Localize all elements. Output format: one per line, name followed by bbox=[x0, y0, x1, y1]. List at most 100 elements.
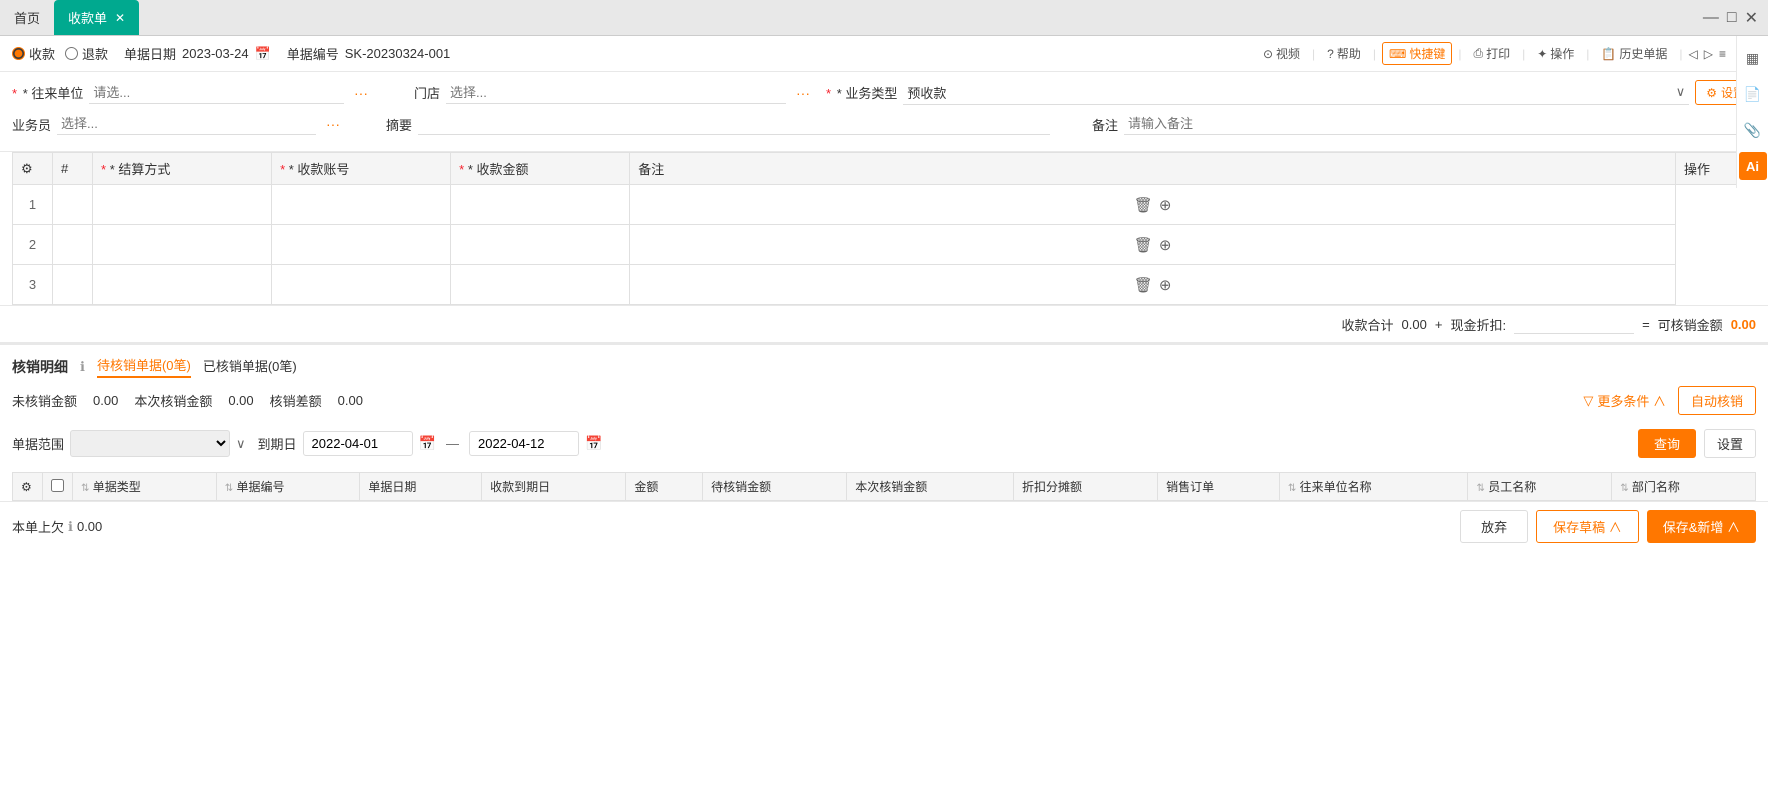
store-input[interactable] bbox=[446, 82, 786, 104]
tab-close-icon[interactable]: ✕ bbox=[115, 11, 125, 25]
row3-delete-icon[interactable]: 🗑 bbox=[1134, 276, 1153, 294]
save-draft-btn[interactable]: 保存草稿 ∧ bbox=[1536, 510, 1639, 543]
radio-refund-label: 退款 bbox=[82, 44, 108, 63]
table-row: 2 🗑 ⊕ bbox=[13, 225, 1756, 265]
row1-delete-icon[interactable]: 🗑 bbox=[1134, 196, 1153, 214]
table-row: 1 🗑 ⊕ bbox=[13, 185, 1756, 225]
window-controls: — □ ✕ bbox=[1703, 8, 1768, 28]
print-btn[interactable]: ⎙ 打印 bbox=[1467, 43, 1516, 64]
business-type-select-wrap[interactable]: 预收款 ∨ bbox=[903, 81, 1689, 105]
col-remarks: 备注 bbox=[630, 153, 1676, 185]
prev-value: 0.00 bbox=[77, 519, 102, 534]
remarks-input[interactable] bbox=[1124, 113, 1756, 135]
row2-settlement[interactable] bbox=[53, 225, 93, 265]
table-gear-icon[interactable]: ⚙ bbox=[21, 161, 33, 176]
sidebar-attach-icon[interactable]: 📎 bbox=[1739, 116, 1767, 144]
total-value: 0.00 bbox=[1402, 317, 1427, 332]
store-label: 门店 bbox=[414, 83, 440, 102]
operate-btn[interactable]: ✦ 操作 bbox=[1531, 43, 1580, 64]
salesperson-more-icon[interactable]: ··· bbox=[322, 116, 344, 132]
nav-prev-icon[interactable]: ◁ bbox=[1689, 47, 1698, 61]
radio-receipt-input[interactable] bbox=[12, 47, 25, 60]
video-btn[interactable]: ⊙ 视频 bbox=[1257, 43, 1306, 64]
row1-copy-icon[interactable]: ⊕ bbox=[1159, 196, 1172, 214]
bottom-table-wrap: ⚙ ⇅ 单据类型 ⇅ 单据编号 bbox=[12, 472, 1756, 501]
docnum-value: SK-20230324-001 bbox=[345, 46, 451, 61]
discount-label: 现金折扣: bbox=[1450, 315, 1506, 334]
main-content: 收款 退款 单据日期 2023-03-24 📅 单据编号 SK-20230324… bbox=[0, 36, 1768, 796]
close-icon[interactable]: ✕ bbox=[1745, 8, 1758, 28]
radio-receipt[interactable]: 收款 bbox=[12, 44, 55, 63]
filter-settings-btn[interactable]: 设置 bbox=[1704, 429, 1756, 458]
radio-refund[interactable]: 退款 bbox=[65, 44, 108, 63]
stat-uncleared-value: 0.00 bbox=[93, 393, 118, 408]
list-icon[interactable]: ≡ bbox=[1719, 47, 1726, 61]
hx-tab-pending[interactable]: 待核销单据(0笔) bbox=[97, 355, 191, 378]
row1-settlement[interactable] bbox=[53, 185, 93, 225]
row1-remarks[interactable] bbox=[451, 185, 630, 225]
shortcut-btn[interactable]: ⌨ 快捷键 bbox=[1382, 42, 1452, 65]
date-from-input[interactable] bbox=[303, 431, 413, 456]
btcol-gear: ⚙ bbox=[13, 473, 43, 501]
summary-input[interactable] bbox=[418, 113, 1050, 135]
calendar-from-icon[interactable]: 📅 bbox=[419, 435, 436, 452]
row3-amount[interactable] bbox=[272, 265, 451, 305]
store-more-icon[interactable]: ··· bbox=[792, 85, 814, 101]
radio-group: 收款 退款 bbox=[12, 44, 108, 63]
row2-ops: 🗑 ⊕ bbox=[630, 225, 1676, 265]
nav-next-icon[interactable]: ▷ bbox=[1704, 47, 1713, 61]
row2-amount[interactable] bbox=[272, 225, 451, 265]
btcol-employee: ⇅ 员工名称 bbox=[1468, 473, 1612, 501]
select-all-checkbox[interactable] bbox=[51, 479, 64, 492]
counterparty-input[interactable] bbox=[89, 82, 344, 104]
toolbar-right: ⊙ 视频 | ? 帮助 | ⌨ 快捷键 | ⎙ 打印 | ✦ 操作 | 📋 历史… bbox=[1257, 42, 1756, 65]
row2-account[interactable] bbox=[93, 225, 272, 265]
row1-account[interactable] bbox=[93, 185, 272, 225]
query-btn[interactable]: 查询 bbox=[1638, 429, 1696, 458]
stat-diff-value: 0.00 bbox=[338, 393, 363, 408]
row3-account[interactable] bbox=[93, 265, 272, 305]
row3-remarks[interactable] bbox=[451, 265, 630, 305]
row3-num: 3 bbox=[13, 265, 53, 305]
row1-num: 1 bbox=[13, 185, 53, 225]
date-to-input[interactable] bbox=[469, 431, 579, 456]
radio-refund-input[interactable] bbox=[65, 47, 78, 60]
salesperson-input[interactable] bbox=[57, 113, 316, 135]
sidebar-table-icon[interactable]: ▦ bbox=[1739, 44, 1767, 72]
save-new-btn[interactable]: 保存&新增 ∧ bbox=[1647, 510, 1756, 543]
salesperson-label: 业务员 bbox=[12, 115, 51, 134]
auto-cancel-btn[interactable]: 自动核销 bbox=[1678, 386, 1756, 415]
summary-row: 收款合计 0.00 + 现金折扣: = 可核销金额 0.00 bbox=[0, 305, 1768, 342]
history-btn[interactable]: 📋 历史单据 bbox=[1595, 43, 1673, 64]
remarks-field: 备注 bbox=[1092, 113, 1756, 135]
row3-copy-icon[interactable]: ⊕ bbox=[1159, 276, 1172, 294]
calendar-icon[interactable]: 📅 bbox=[255, 46, 271, 62]
row2-delete-icon[interactable]: 🗑 bbox=[1134, 236, 1153, 254]
help-btn[interactable]: ? 帮助 bbox=[1321, 43, 1367, 64]
more-conditions-btn[interactable]: ▽ 更多条件 ∧ bbox=[1583, 391, 1666, 410]
tab-receipt[interactable]: 收款单 ✕ bbox=[54, 0, 139, 35]
discount-input[interactable] bbox=[1514, 314, 1634, 334]
maximize-icon[interactable]: □ bbox=[1727, 9, 1737, 27]
abandon-btn[interactable]: 放弃 bbox=[1460, 510, 1528, 543]
row3-settlement[interactable] bbox=[53, 265, 93, 305]
tab-receipt-label: 收款单 bbox=[68, 8, 107, 27]
row1-amount[interactable] bbox=[272, 185, 451, 225]
business-type-field: * * 业务类型 预收款 ∨ ⚙ 设置 bbox=[826, 80, 1756, 105]
tab-home[interactable]: 首页 bbox=[0, 0, 54, 35]
form-area: * * 往来单位 ··· 门店 ··· * * 业务类型 预收款 bbox=[0, 72, 1768, 152]
row2-copy-icon[interactable]: ⊕ bbox=[1159, 236, 1172, 254]
docnum-field: 单据编号 SK-20230324-001 bbox=[287, 44, 451, 63]
summary-field: 摘要 bbox=[386, 113, 1050, 135]
docnum-label: 单据编号 bbox=[287, 44, 339, 63]
row2-remarks[interactable] bbox=[451, 225, 630, 265]
counterparty-more-icon[interactable]: ··· bbox=[350, 85, 372, 101]
range-select[interactable] bbox=[70, 430, 230, 457]
minimize-icon[interactable]: — bbox=[1703, 9, 1719, 27]
sidebar-doc-icon[interactable]: 📄 bbox=[1739, 80, 1767, 108]
calendar-to-icon[interactable]: 📅 bbox=[585, 435, 602, 452]
bt-gear-icon[interactable]: ⚙ bbox=[21, 480, 32, 494]
sidebar-ai-icon[interactable]: Ai bbox=[1739, 152, 1767, 180]
hx-tab-done[interactable]: 已核销单据(0笔) bbox=[203, 356, 297, 377]
col-gear: ⚙ bbox=[13, 153, 53, 185]
